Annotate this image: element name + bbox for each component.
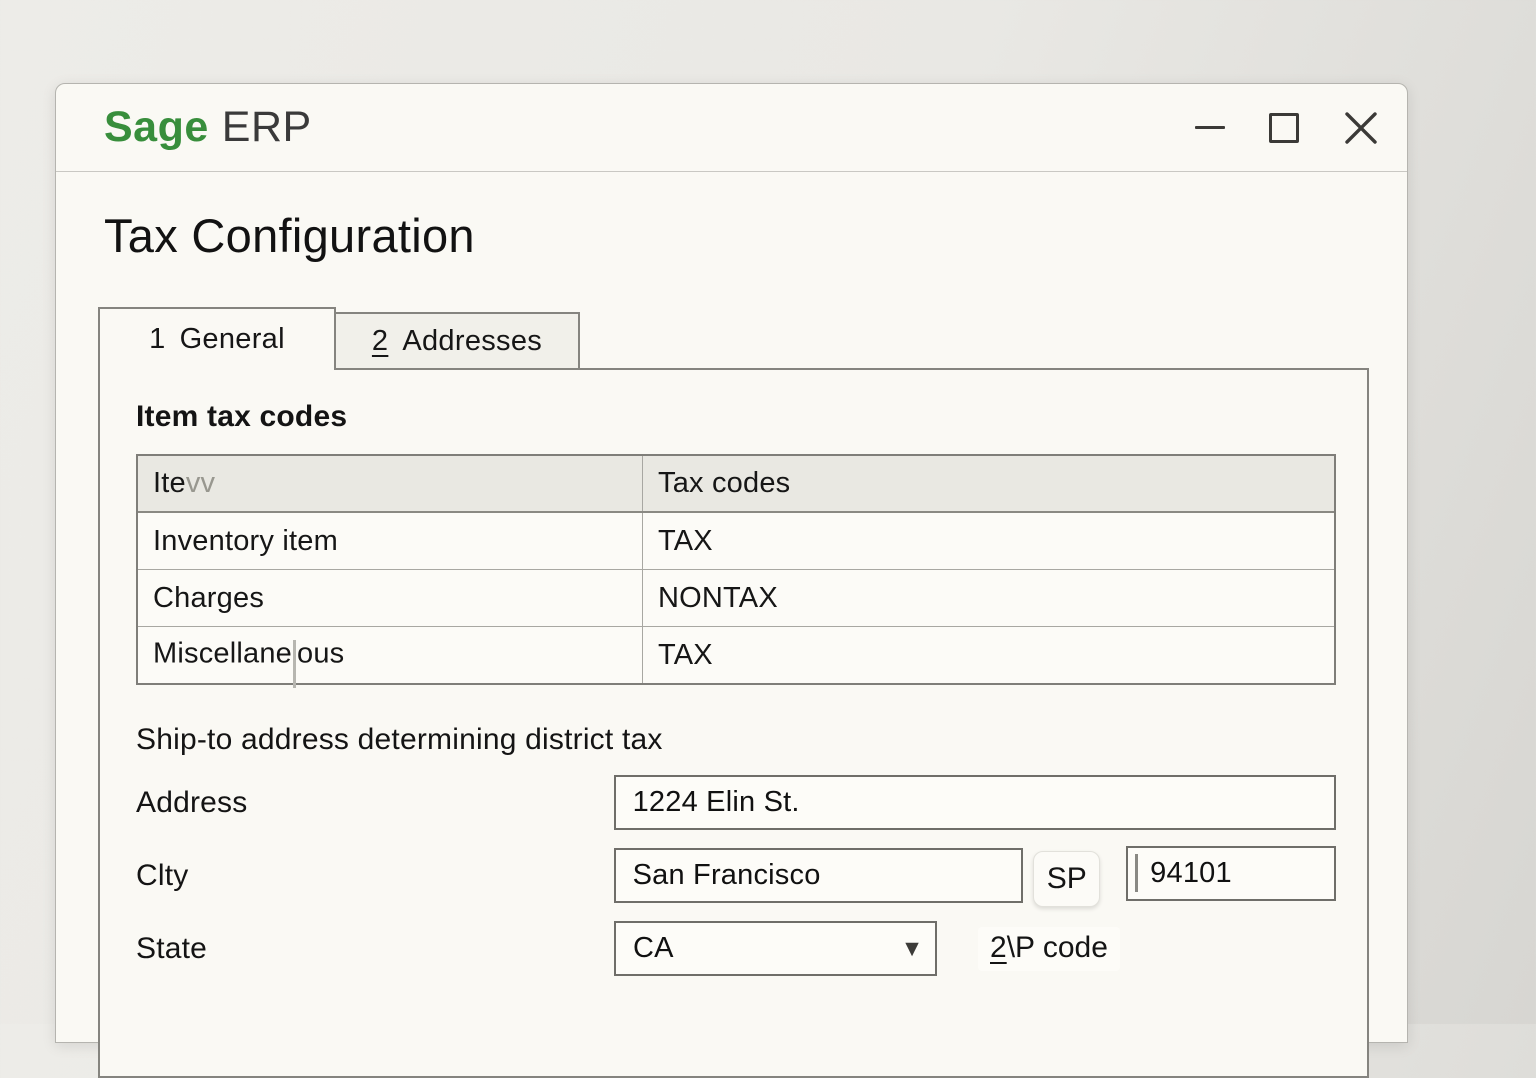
address-row: Address 1224 Elin St.: [136, 775, 1336, 830]
city-row: Clty San Francisco SP 94101: [136, 844, 1336, 907]
tab-general-label: General: [179, 323, 285, 355]
zip-value: 94101: [1150, 856, 1232, 889]
table-row[interactable]: Miscellane ous TAX: [138, 627, 1334, 688]
page-title: Tax Configuration: [104, 209, 475, 262]
maximize-icon: [1269, 112, 1299, 143]
item-tax-codes-heading: Item tax codes: [136, 400, 348, 433]
state-label: State: [136, 931, 208, 965]
city-input[interactable]: San Francisco: [613, 848, 1024, 903]
sp-button-label: SP: [1046, 862, 1087, 895]
city-value: San Francisco: [632, 859, 821, 891]
text-cursor: [1135, 854, 1139, 892]
text-cursor: [293, 640, 296, 688]
state-value: CA: [633, 932, 674, 964]
tab-addresses-label: Addresses: [402, 324, 543, 357]
brand-sage: Sage: [104, 103, 209, 151]
zip-label-text: \P code: [1006, 930, 1108, 964]
state-dropdown[interactable]: CA ▾: [614, 921, 937, 976]
city-label: Clty: [136, 858, 189, 892]
page-content: Tax Configuration 1 General 2 Addresses …: [56, 208, 1407, 1078]
item-cell[interactable]: Inventory item: [138, 513, 643, 569]
tax-code-cell[interactable]: TAX: [643, 513, 1334, 569]
header-item-text: Ite: [153, 467, 186, 499]
ship-to-form: Address 1224 Elin St. Clty San Francisco…: [136, 775, 1336, 976]
minimize-button[interactable]: [1195, 126, 1225, 129]
sp-button[interactable]: SP: [1033, 851, 1101, 907]
item-tax-codes-table: Itevv Tax codes Inventory item TAX Charg…: [136, 454, 1336, 688]
column-header-tax-codes[interactable]: Tax codes: [643, 456, 1334, 511]
tab-general[interactable]: 1 General: [98, 307, 336, 370]
zip-code-label: 2\P code: [978, 926, 1120, 971]
tab-bar: 1 General 2 Addresses: [98, 307, 1407, 370]
address-input[interactable]: 1224 Elin St.: [613, 775, 1336, 830]
column-header-item[interactable]: Itevv: [138, 456, 643, 511]
tab-addresses[interactable]: 2 Addresses: [334, 312, 580, 370]
close-icon: [1345, 111, 1377, 144]
tax-code-cell[interactable]: NONTAX: [643, 570, 1334, 626]
table-row[interactable]: Charges NONTAX: [138, 570, 1334, 627]
minimize-icon: [1195, 126, 1225, 129]
address-label: Address: [136, 785, 248, 819]
ship-to-heading: Ship-to address determining district tax: [136, 723, 663, 756]
header-item-ghost-text: vv: [185, 467, 216, 499]
maximize-button[interactable]: [1269, 112, 1299, 143]
app-logo: Sage ERP: [104, 103, 312, 152]
state-row: State CA ▾ 2\P code: [136, 921, 1336, 976]
app-window: Sage ERP Tax Configuration 1 General 2 A…: [55, 83, 1408, 1078]
tab-addresses-accel: 2: [371, 324, 389, 357]
chevron-down-icon: ▾: [905, 931, 919, 962]
general-tab-panel: Item tax codes Itevv Tax codes Inventory…: [98, 368, 1369, 1078]
zip-input[interactable]: 94101: [1126, 845, 1336, 901]
item-cell[interactable]: Miscellane ous: [138, 627, 643, 688]
zip-label-accel: 2: [990, 930, 1007, 964]
close-button[interactable]: [1343, 110, 1379, 146]
item-cell[interactable]: Charges: [138, 570, 643, 626]
table-row[interactable]: Inventory item TAX: [138, 513, 1334, 570]
brand-erp: ERP: [221, 103, 312, 151]
header-tax-text: Tax codes: [658, 467, 791, 499]
titlebar: Sage ERP: [56, 84, 1407, 172]
window-controls: [1195, 110, 1379, 146]
tax-code-cell[interactable]: TAX: [643, 627, 1334, 683]
address-value: 1224 Elin St.: [632, 786, 800, 818]
tab-general-accel: 1: [149, 323, 166, 355]
table-header-row: Itevv Tax codes: [138, 456, 1334, 513]
